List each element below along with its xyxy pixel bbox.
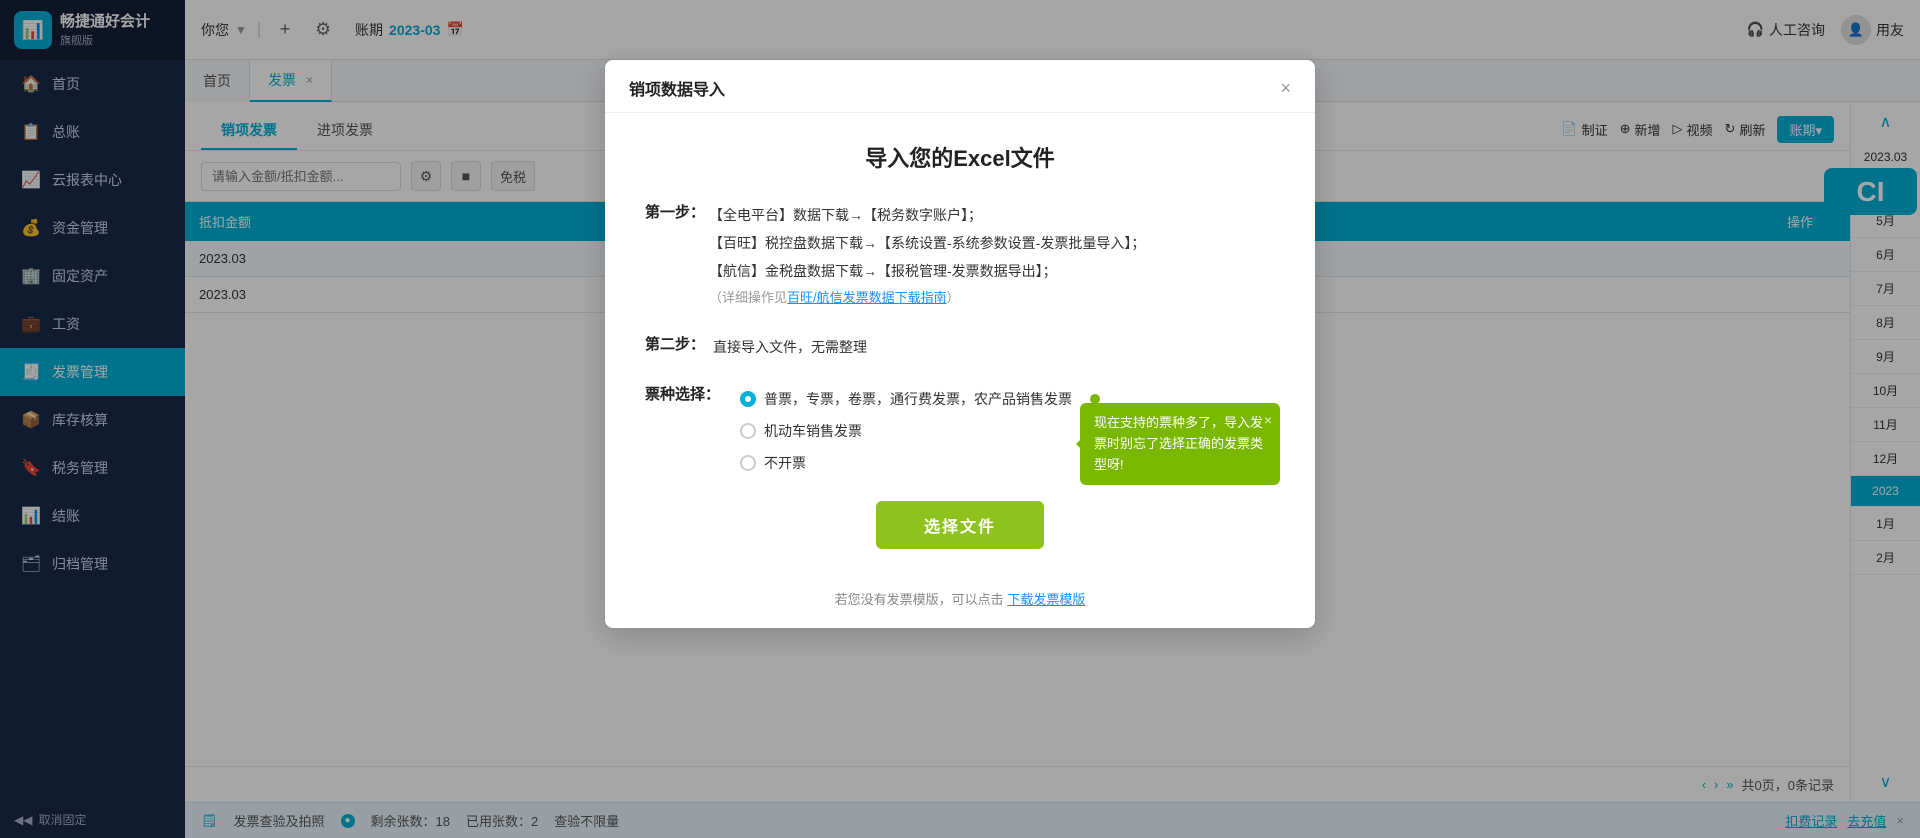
dialog-close-btn[interactable]: ×	[1280, 78, 1291, 99]
ticket-selection: 票种选择： 普票，专票，卷票，通行费发票，农产品销售发票 × 现在支持的票种多了…	[645, 383, 1275, 473]
step2-label: 第二步：	[645, 333, 705, 355]
select-file-button[interactable]: 选择文件	[876, 501, 1044, 549]
step-1: 第一步： 【全电平台】数据下载→【税务数字账户】； 【百旺】税控盘数据下载→【系…	[645, 201, 1275, 311]
modal-overlay: 销项数据导入 × 导入您的Excel文件 第一步： 【全电平台】数据下载→【税务…	[0, 0, 1920, 838]
footer-text: 若您没有发票模版，可以点击	[835, 592, 1004, 607]
radio-label-none: 不开票	[764, 453, 806, 473]
dialog-main-title: 导入您的Excel文件	[645, 141, 1275, 173]
radio-label-motor: 机动车销售发票	[764, 421, 862, 441]
download-template-link[interactable]: 下载发票模版	[1007, 592, 1085, 607]
dialog-header: 销项数据导入 ×	[605, 60, 1315, 113]
step-2: 第二步： 直接导入文件，无需整理	[645, 333, 1275, 361]
dialog-title: 销项数据导入	[629, 76, 725, 100]
tooltip-text: 现在支持的票种多了，导入发票时别忘了选择正确的发票类型呀!	[1094, 415, 1263, 472]
step1-label: 第一步：	[645, 201, 705, 305]
guide-link[interactable]: 百旺/航信发票数据下载指南	[787, 290, 947, 305]
radio-circle-none	[740, 455, 756, 471]
radio-label-general: 普票，专票，卷票，通行费发票，农产品销售发票	[764, 389, 1072, 409]
radio-none[interactable]: 不开票	[740, 453, 1100, 473]
step1-content: 【全电平台】数据下载→【税务数字账户】； 【百旺】税控盘数据下载→【系统设置-系…	[705, 201, 1145, 311]
tooltip-close-btn[interactable]: ×	[1264, 409, 1272, 431]
radio-general[interactable]: 普票，专票，卷票，通行费发票，农产品销售发票 × 现在支持的票种多了，导入发票时…	[740, 389, 1100, 409]
ticket-label: 票种选择：	[645, 383, 720, 404]
dialog-body: 导入您的Excel文件 第一步： 【全电平台】数据下载→【税务数字账户】； 【百…	[605, 113, 1315, 573]
radio-group: 普票，专票，卷票，通行费发票，农产品销售发票 × 现在支持的票种多了，导入发票时…	[724, 389, 1100, 473]
radio-circle-motor	[740, 423, 756, 439]
radio-circle-general	[740, 391, 756, 407]
step1-line-1: 【全电平台】数据下载→【税务数字账户】；	[709, 201, 1145, 229]
step1-line-2: 【百旺】税控盘数据下载→【系统设置-系统参数设置-发票批量导入】；	[709, 229, 1145, 257]
import-dialog: 销项数据导入 × 导入您的Excel文件 第一步： 【全电平台】数据下载→【税务…	[605, 60, 1315, 628]
radio-motor[interactable]: 机动车销售发票	[740, 421, 1100, 441]
step1-line-3: 【航信】金税盘数据下载→【报税管理-发票数据导出】；	[709, 257, 1145, 285]
dialog-footer: 若您没有发票模版，可以点击 下载发票模版	[605, 573, 1315, 628]
step1-hint: （详细操作见百旺/航信发票数据下载指南）	[709, 285, 1145, 311]
tooltip-bubble: × 现在支持的票种多了，导入发票时别忘了选择正确的发票类型呀!	[1080, 403, 1280, 485]
step2-content: 直接导入文件，无需整理	[709, 333, 867, 361]
